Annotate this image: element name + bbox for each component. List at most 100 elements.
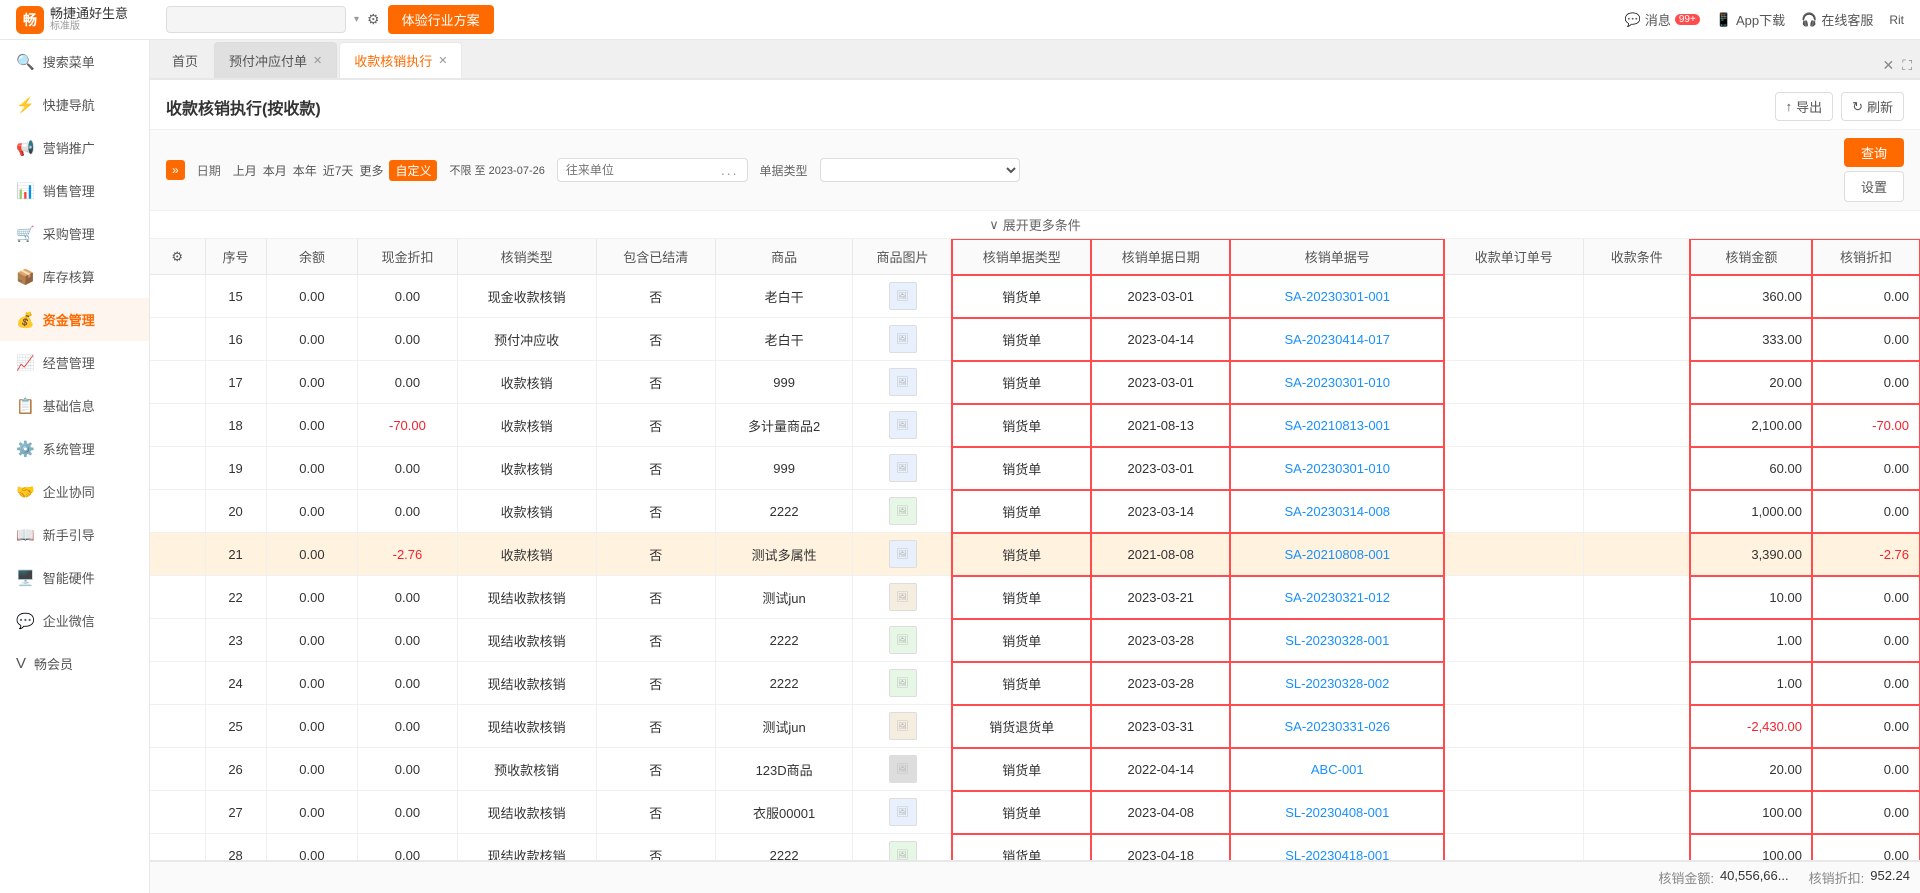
cell-bill-date: 2023-03-14: [1091, 490, 1230, 533]
cell-cancel-discount: 0.00: [1812, 275, 1919, 318]
sidebar-label-marketing: 营销推广: [43, 138, 95, 157]
sidebar-item-quick-nav[interactable]: ⚡ 快捷导航: [0, 83, 149, 126]
maximize-icon[interactable]: ⛶: [1902, 57, 1912, 74]
bill-no-link[interactable]: SL-20230328-001: [1285, 633, 1389, 648]
cell-cancel-amount: 60.00: [1690, 447, 1812, 490]
bill-no-link[interactable]: SA-20230314-008: [1285, 504, 1391, 519]
date-opt-last-month[interactable]: 上月: [233, 162, 257, 179]
chevron-down-icon[interactable]: ▾: [354, 14, 359, 25]
sidebar-item-guide[interactable]: 📖 新手引导: [0, 513, 149, 556]
bill-no-link[interactable]: SA-20230414-017: [1285, 332, 1391, 347]
close-window-icon[interactable]: ✕: [1882, 57, 1894, 74]
counterparty-dots[interactable]: ...: [721, 162, 739, 178]
cell-cancel-amount: 20.00: [1690, 748, 1812, 791]
cell-cancel-discount: 0.00: [1812, 447, 1919, 490]
bill-no-link[interactable]: SA-20230301-010: [1285, 461, 1391, 476]
sidebar-item-search[interactable]: 🔍 搜索菜单: [0, 40, 149, 83]
date-opt-more[interactable]: 更多: [359, 162, 383, 179]
col-header-cash-discount: 现金折扣: [358, 239, 457, 275]
filter-expand-btn[interactable]: »: [166, 160, 185, 180]
table-wrapper[interactable]: ⚙ 序号 余额 现金折扣 核销类型 包含已结清 商品 商品图片 核销单据类型: [150, 239, 1920, 860]
cell-balance: 0.00: [266, 576, 358, 619]
sidebar-item-cooperation[interactable]: 🤝 企业协同: [0, 470, 149, 513]
sales-icon: 📊: [16, 182, 35, 200]
bill-no-link[interactable]: SA-20230301-001: [1285, 289, 1391, 304]
online-service-btn[interactable]: 🎧 在线客服: [1801, 10, 1873, 29]
cell-cancel-amount: 333.00: [1690, 318, 1812, 361]
bill-no-link[interactable]: SA-20210808-001: [1285, 547, 1391, 562]
cell-bill-date: 2023-03-28: [1091, 619, 1230, 662]
gear-icon[interactable]: ⚙: [367, 11, 380, 28]
cell-bill-date: 2021-08-08: [1091, 533, 1230, 576]
refresh-btn[interactable]: ↻ 刷新: [1841, 92, 1904, 121]
sidebar-item-inventory[interactable]: 📦 库存核算: [0, 255, 149, 298]
sidebar-item-system[interactable]: ⚙️ 系统管理: [0, 427, 149, 470]
bill-no-link[interactable]: SA-20230331-026: [1285, 719, 1391, 734]
bill-no-link[interactable]: ABC-001: [1311, 762, 1364, 777]
cell-cash-discount: -70.00: [358, 404, 457, 447]
cell-cash-discount: 0.00: [358, 619, 457, 662]
industry-btn[interactable]: 体验行业方案: [388, 5, 494, 34]
cell-num: 19: [205, 447, 266, 490]
tab-prepay[interactable]: 预付冲应付单 ✕: [214, 42, 337, 78]
cell-settings: [150, 361, 205, 404]
cell-bill-type: 销货单: [952, 533, 1091, 576]
cell-bill-type: 销货单: [952, 361, 1091, 404]
bill-no-link[interactable]: SA-20210813-001: [1285, 418, 1391, 433]
top-search-box: [166, 6, 346, 33]
content-area: 收款核销执行(按收款) ↑ 导出 ↻ 刷新 » 日期 上月: [150, 80, 1920, 893]
cell-include-settled: 否: [596, 791, 715, 834]
cell-num: 22: [205, 576, 266, 619]
date-opt-this-month[interactable]: 本月: [263, 162, 287, 179]
sidebar-item-operation[interactable]: 📈 经营管理: [0, 341, 149, 384]
table-row: 28 0.00 0.00 现结收款核销 否 2222 🖼 销货单 2023-04…: [150, 834, 1920, 861]
query-btn[interactable]: 查询: [1844, 138, 1904, 167]
bill-no-link[interactable]: SL-20230328-002: [1285, 676, 1389, 691]
app-download-btn[interactable]: 📱 App下载: [1716, 10, 1785, 29]
sidebar-item-marketing[interactable]: 📢 营销推广: [0, 126, 149, 169]
cell-bill-no: SL-20230408-001: [1230, 791, 1444, 834]
cell-goods: 多计量商品2: [715, 404, 853, 447]
sidebar-item-purchase[interactable]: 🛒 采购管理: [0, 212, 149, 255]
sidebar-item-basic-info[interactable]: 📋 基础信息: [0, 384, 149, 427]
date-opt-custom[interactable]: 自定义: [389, 160, 437, 181]
expand-more-btn[interactable]: ∨ 展开更多条件: [989, 215, 1081, 234]
sidebar-item-sales[interactable]: 📊 销售管理: [0, 169, 149, 212]
cell-include-settled: 否: [596, 404, 715, 447]
sidebar-item-hardware[interactable]: 🖥️ 智能硬件: [0, 556, 149, 599]
bill-no-link[interactable]: SA-20230321-012: [1285, 590, 1391, 605]
tab-receipt-cancel[interactable]: 收款核销执行 ✕: [339, 42, 462, 78]
sidebar-item-vip[interactable]: V 畅会员: [0, 642, 149, 685]
cell-cancel-type: 预付冲应收: [457, 318, 596, 361]
cell-goods-image: 🖼: [853, 533, 952, 576]
cell-settings: [150, 533, 205, 576]
tab-prepay-close[interactable]: ✕: [313, 54, 322, 67]
date-opt-7days[interactable]: 近7天: [323, 162, 354, 179]
bill-no-link[interactable]: SL-20230408-001: [1285, 805, 1389, 820]
cell-include-settled: 否: [596, 705, 715, 748]
cell-include-settled: 否: [596, 490, 715, 533]
sidebar-item-finance[interactable]: 💰 资金管理: [0, 298, 149, 341]
tab-home[interactable]: 首页: [158, 43, 212, 78]
top-search-area: ▾ ⚙: [166, 6, 380, 33]
cell-bill-type: 销货单: [952, 447, 1091, 490]
cell-cash-discount: 0.00: [358, 834, 457, 861]
bill-type-select[interactable]: [820, 158, 1020, 182]
cell-receipt-condition: [1583, 834, 1690, 861]
sidebar-label-wechat: 企业微信: [43, 611, 95, 630]
col-header-goods: 商品: [715, 239, 853, 275]
cell-cancel-amount: 1.00: [1690, 619, 1812, 662]
message-btn[interactable]: 💬 消息 99+: [1625, 10, 1700, 29]
cell-bill-no: SA-20210808-001: [1230, 533, 1444, 576]
bill-no-link[interactable]: SL-20230418-001: [1285, 848, 1389, 861]
date-opt-this-year[interactable]: 本年: [293, 162, 317, 179]
cell-cancel-type: 现结收款核销: [457, 576, 596, 619]
cell-goods-image: 🖼: [853, 705, 952, 748]
tab-receipt-cancel-close[interactable]: ✕: [438, 54, 447, 67]
export-btn[interactable]: ↑ 导出: [1775, 92, 1834, 121]
sidebar-item-wechat[interactable]: 💬 企业微信: [0, 599, 149, 642]
bill-no-link[interactable]: SA-20230301-010: [1285, 375, 1391, 390]
counterparty-input[interactable]: [566, 163, 721, 177]
col-header-settings[interactable]: ⚙: [150, 239, 205, 275]
settings-btn[interactable]: 设置: [1844, 171, 1904, 202]
